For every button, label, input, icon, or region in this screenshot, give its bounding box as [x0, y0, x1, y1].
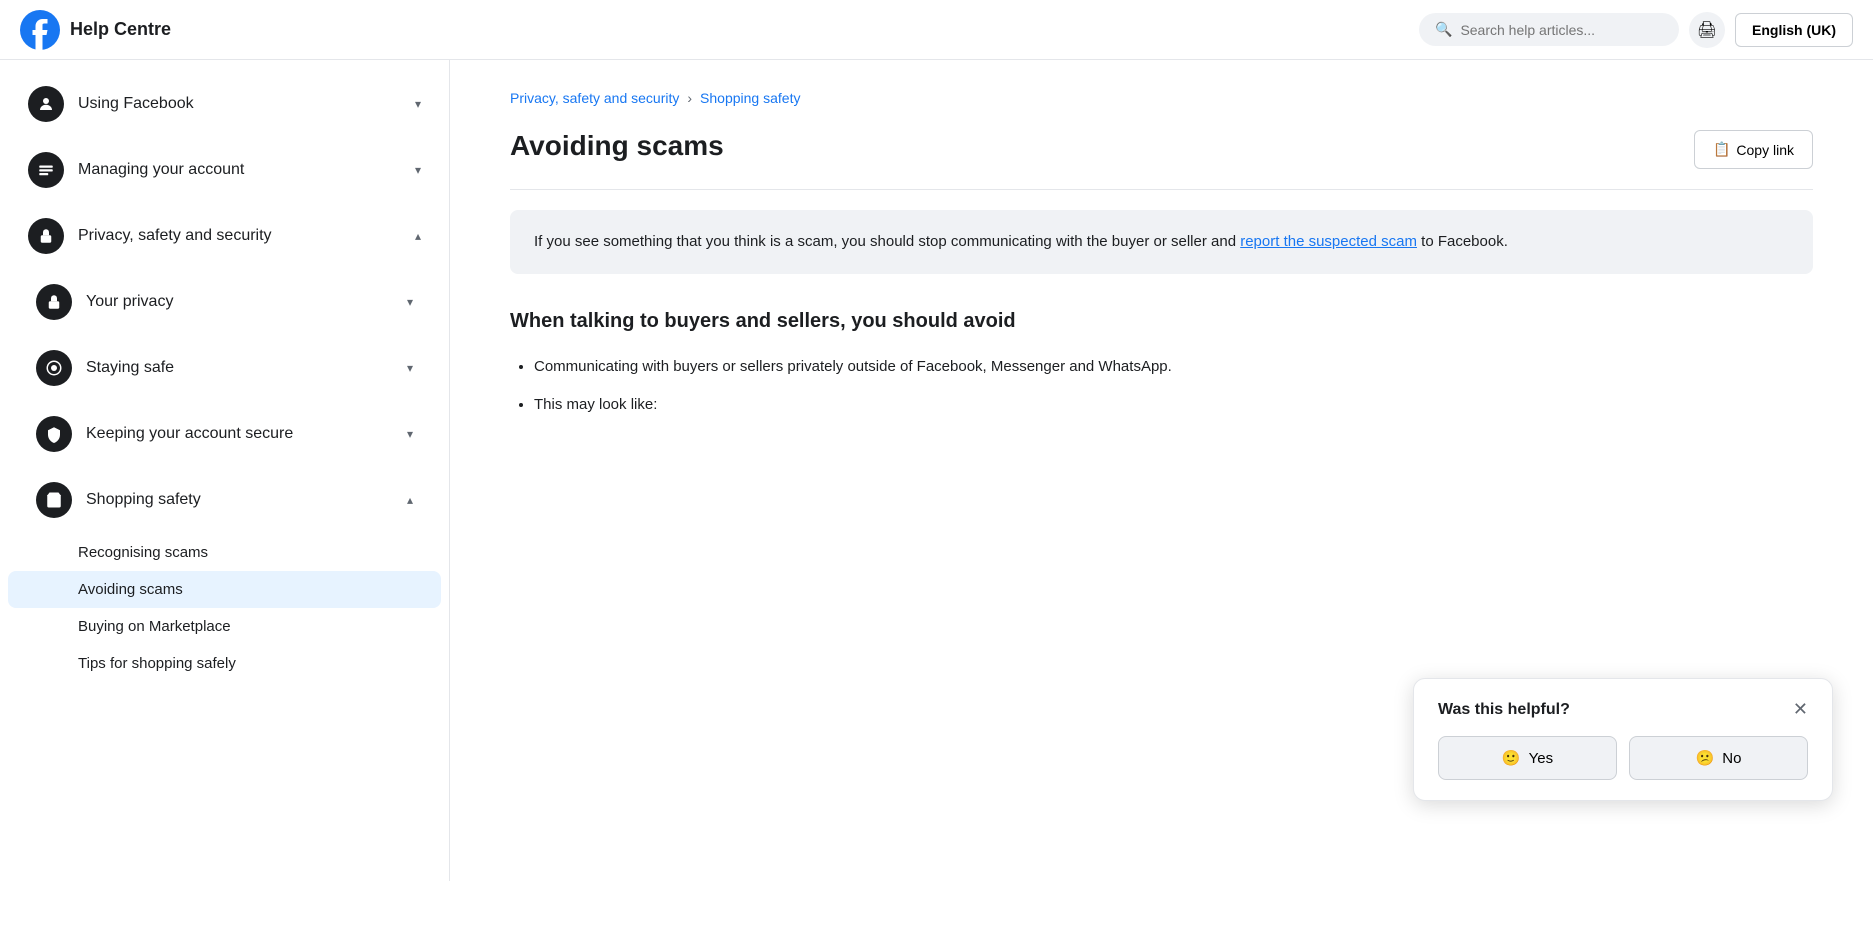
- privacy-safety-icon: [28, 218, 64, 254]
- sidebar-item-keeping-secure[interactable]: Keeping your account secure ▾: [16, 402, 433, 466]
- your-privacy-icon: [36, 284, 72, 320]
- sidebar-label-staying-safe: Staying safe: [86, 359, 174, 377]
- bullet-item-1: Communicating with buyers or sellers pri…: [534, 354, 1813, 380]
- breadcrumb: Privacy, safety and security › Shopping …: [510, 90, 1813, 106]
- section-title: When talking to buyers and sellers, you …: [510, 304, 1813, 338]
- sidebar-label-your-privacy: Your privacy: [86, 293, 173, 311]
- shopping-safety-icon: [36, 482, 72, 518]
- chevron-down-icon: ▾: [407, 427, 413, 441]
- breadcrumb-separator: ›: [687, 90, 692, 106]
- print-icon: 🖨: [1697, 20, 1717, 40]
- helpful-header: Was this helpful? ✕: [1438, 699, 1808, 720]
- info-text-after-link: to Facebook.: [1421, 233, 1508, 250]
- sidebar-label-shopping-safety: Shopping safety: [86, 491, 201, 509]
- using-facebook-icon: [28, 86, 64, 122]
- chevron-down-icon: ▾: [415, 97, 421, 111]
- sub-item-tips-shopping[interactable]: Tips for shopping safely: [8, 645, 441, 682]
- helpful-close-button[interactable]: ✕: [1793, 699, 1808, 720]
- main-bullet-list: Communicating with buyers or sellers pri…: [510, 354, 1813, 380]
- sidebar-item-privacy-safety[interactable]: Privacy, safety and security ▴: [8, 204, 441, 268]
- print-button[interactable]: 🖨: [1689, 12, 1725, 48]
- yes-label: Yes: [1529, 750, 1553, 767]
- helpful-buttons: 🙂 Yes 😕 No: [1438, 736, 1808, 780]
- chevron-up-icon: ▴: [415, 229, 421, 243]
- sidebar-item-using-facebook[interactable]: Using Facebook ▾: [8, 72, 441, 136]
- sidebar-item-managing-account[interactable]: Managing your account ▾: [8, 138, 441, 202]
- copy-link-icon: 📋: [1713, 141, 1730, 158]
- breadcrumb-child[interactable]: Shopping safety: [700, 90, 800, 106]
- sidebar-label-privacy-safety: Privacy, safety and security: [78, 227, 272, 245]
- helpful-no-button[interactable]: 😕 No: [1629, 736, 1808, 780]
- privacy-sub-items: Your privacy ▾ Staying safe ▾: [0, 270, 449, 682]
- search-icon: 🔍: [1435, 21, 1452, 38]
- sub-intro-item: This may look like:: [534, 392, 1813, 418]
- sidebar-label-using-facebook: Using Facebook: [78, 95, 194, 113]
- chevron-down-icon: ▾: [407, 295, 413, 309]
- sidebar-item-your-privacy[interactable]: Your privacy ▾: [16, 270, 433, 334]
- managing-account-icon: [28, 152, 64, 188]
- chevron-down-icon: ▾: [415, 163, 421, 177]
- breadcrumb-parent[interactable]: Privacy, safety and security: [510, 90, 679, 106]
- sidebar-item-staying-safe[interactable]: Staying safe ▾: [16, 336, 433, 400]
- helpful-popup: Was this helpful? ✕ 🙂 Yes 😕 No: [1413, 678, 1833, 801]
- staying-safe-icon: [36, 350, 72, 386]
- helpful-title: Was this helpful?: [1438, 701, 1570, 719]
- info-box: If you see something that you think is a…: [510, 210, 1813, 274]
- no-icon: 😕: [1696, 749, 1715, 767]
- sidebar: Using Facebook ▾ Managing your account ▾…: [0, 60, 450, 881]
- sub-intro-list: This may look like:: [510, 392, 1813, 418]
- info-text-before-link: If you see something that you think is a…: [534, 233, 1236, 250]
- article-body: When talking to buyers and sellers, you …: [510, 304, 1813, 417]
- site-title: Help Centre: [70, 19, 171, 40]
- chevron-down-icon: ▾: [407, 361, 413, 375]
- helpful-yes-button[interactable]: 🙂 Yes: [1438, 736, 1617, 780]
- sidebar-label-keeping-secure: Keeping your account secure: [86, 425, 293, 443]
- sub-item-avoiding-scams[interactable]: Avoiding scams: [8, 571, 441, 608]
- header: Help Centre 🔍 🖨 English (UK): [0, 0, 1873, 60]
- yes-icon: 🙂: [1502, 749, 1521, 767]
- copy-link-label: Copy link: [1736, 142, 1794, 158]
- header-left: Help Centre: [20, 10, 171, 50]
- search-box[interactable]: 🔍: [1419, 13, 1679, 46]
- article-header: Avoiding scams 📋 Copy link: [510, 130, 1813, 169]
- search-input[interactable]: [1460, 22, 1663, 38]
- no-label: No: [1722, 750, 1741, 767]
- shopping-safety-sub-items: Recognising scams Avoiding scams Buying …: [8, 534, 441, 682]
- article-divider: [510, 189, 1813, 190]
- copy-link-button[interactable]: 📋 Copy link: [1694, 130, 1813, 169]
- article-title: Avoiding scams: [510, 130, 724, 162]
- info-link[interactable]: report the suspected scam: [1240, 233, 1417, 250]
- keeping-secure-icon: [36, 416, 72, 452]
- sidebar-item-shopping-safety[interactable]: Shopping safety ▴: [16, 468, 433, 532]
- header-right: 🔍 🖨 English (UK): [1419, 12, 1853, 48]
- sub-item-recognising-scams[interactable]: Recognising scams: [8, 534, 441, 571]
- facebook-logo: [20, 10, 60, 50]
- chevron-up-icon: ▴: [407, 493, 413, 507]
- sidebar-label-managing-account: Managing your account: [78, 161, 244, 179]
- sub-item-buying-marketplace[interactable]: Buying on Marketplace: [8, 608, 441, 645]
- language-button[interactable]: English (UK): [1735, 13, 1853, 47]
